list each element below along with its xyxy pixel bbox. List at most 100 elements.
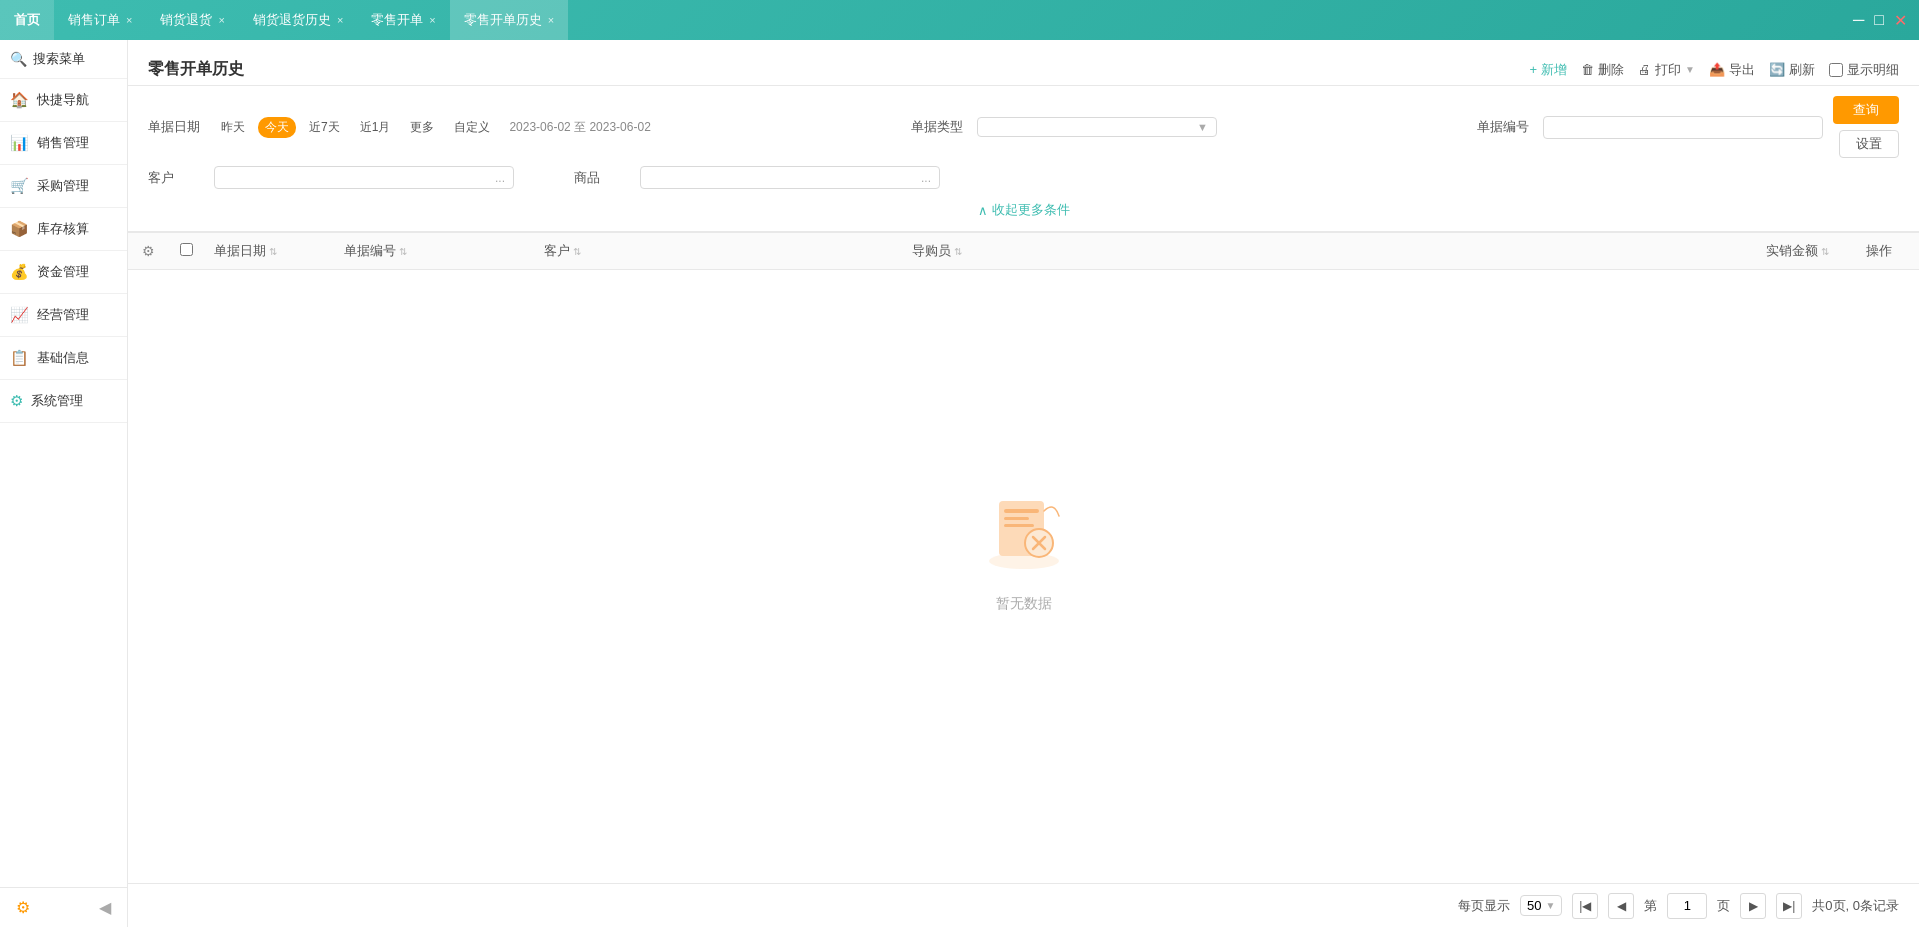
display-detail-checkbox[interactable]: 显示明细 xyxy=(1829,61,1899,79)
select-all-checkbox[interactable] xyxy=(168,243,204,259)
export-button[interactable]: 📤 导出 xyxy=(1709,61,1755,79)
filter-row-1: 单据日期 昨天 今天 近7天 近1月 更多 自定义 2023-06-02 至 2… xyxy=(148,96,1899,158)
date-last7-btn[interactable]: 近7天 xyxy=(302,117,347,138)
page-label-before: 第 xyxy=(1644,897,1657,915)
page-header: 零售开单历史 + 新增 🗑 删除 🖨 打印 ▼ 📤 导出 xyxy=(128,40,1919,86)
sidebar-item-quick-nav[interactable]: 🏠 快捷导航 xyxy=(0,79,127,122)
col-date-label: 单据日期 xyxy=(214,242,266,260)
customer-input[interactable]: ... xyxy=(214,166,514,189)
product-more-icon[interactable]: ... xyxy=(921,171,931,185)
sidebar-label-system-mgmt: 系统管理 xyxy=(31,392,83,410)
doc-type-select[interactable]: ▼ xyxy=(977,117,1217,137)
operations-icon: 📈 xyxy=(10,306,29,324)
customer-more-icon[interactable]: ... xyxy=(495,171,505,185)
print-label: 打印 xyxy=(1655,61,1681,79)
date-today-btn[interactable]: 今天 xyxy=(258,117,296,138)
tab-sales-return[interactable]: 销货退货 × xyxy=(146,0,238,40)
product-input[interactable]: ... xyxy=(640,166,940,189)
page-title: 零售开单历史 xyxy=(148,59,244,80)
tab-sales-order[interactable]: 销售订单 × xyxy=(54,0,146,40)
new-label: 新增 xyxy=(1541,61,1567,79)
col-header-date[interactable]: 单据日期 ⇅ xyxy=(204,242,334,260)
action-group: 查询 设置 xyxy=(1833,96,1899,158)
query-button[interactable]: 查询 xyxy=(1833,96,1899,124)
sidebar-collapse-icon[interactable]: ◀ xyxy=(99,898,111,917)
tab-sales-return-history[interactable]: 销货退货历史 × xyxy=(239,0,357,40)
delete-icon: 🗑 xyxy=(1581,62,1594,77)
col-header-actions: 操作 xyxy=(1839,242,1919,260)
collapse-bar[interactable]: ∧ 收起更多条件 xyxy=(148,197,1899,221)
sidebar-search-label: 搜索菜单 xyxy=(33,50,85,68)
sidebar-item-operations[interactable]: 📈 经营管理 xyxy=(0,294,127,337)
first-page-btn[interactable]: |◀ xyxy=(1572,893,1598,919)
base-info-icon: 📋 xyxy=(10,349,29,367)
close-btn[interactable]: ✕ xyxy=(1894,11,1907,30)
product-field[interactable] xyxy=(649,170,921,185)
svg-rect-4 xyxy=(1004,524,1034,527)
date-last-month-btn[interactable]: 近1月 xyxy=(353,117,398,138)
refresh-button[interactable]: 🔄 刷新 xyxy=(1769,61,1815,79)
sidebar-search[interactable]: 🔍 搜索菜单 xyxy=(0,40,127,79)
new-button[interactable]: + 新增 xyxy=(1530,61,1568,79)
date-yesterday-btn[interactable]: 昨天 xyxy=(214,117,252,138)
col-no-sort-icon: ⇅ xyxy=(399,246,407,257)
display-detail-input[interactable] xyxy=(1829,63,1843,77)
close-tab-sales-return-history[interactable]: × xyxy=(337,14,343,26)
close-tab-retail-open-history[interactable]: × xyxy=(548,14,554,26)
delete-button[interactable]: 🗑 删除 xyxy=(1581,61,1624,79)
empty-state-icon xyxy=(974,481,1074,581)
tab-retail-open[interactable]: 零售开单 × xyxy=(357,0,449,40)
tab-retail-open-history[interactable]: 零售开单历史 × xyxy=(450,0,568,40)
sales-icon: 📊 xyxy=(10,134,29,152)
date-custom-btn[interactable]: 自定义 xyxy=(447,117,497,138)
refresh-icon: 🔄 xyxy=(1769,62,1785,77)
next-page-btn[interactable]: ▶ xyxy=(1740,893,1766,919)
doc-no-input[interactable] xyxy=(1543,116,1823,139)
doc-no-field[interactable] xyxy=(1552,120,1814,135)
column-settings-btn[interactable]: ⚙ xyxy=(128,243,168,259)
date-filter-label: 单据日期 xyxy=(148,118,204,136)
sidebar-item-system-mgmt[interactable]: ⚙ 系统管理 xyxy=(0,380,127,423)
sidebar-item-base-info[interactable]: 📋 基础信息 xyxy=(0,337,127,380)
sidebar-item-purchase-mgmt[interactable]: 🛒 采购管理 xyxy=(0,165,127,208)
system-icon: ⚙ xyxy=(10,392,23,410)
page-label-after: 页 xyxy=(1717,897,1730,915)
maximize-btn[interactable]: □ xyxy=(1874,11,1884,29)
empty-state: 暂无数据 xyxy=(128,270,1919,883)
close-tab-retail-open[interactable]: × xyxy=(429,14,435,26)
sidebar-label-sales-mgmt: 销售管理 xyxy=(37,134,89,152)
minimize-btn[interactable]: ─ xyxy=(1853,11,1864,29)
search-icon: 🔍 xyxy=(10,51,27,67)
sidebar-item-sales-mgmt[interactable]: 📊 销售管理 xyxy=(0,122,127,165)
col-header-no[interactable]: 单据编号 ⇅ xyxy=(334,242,534,260)
toolbar: + 新增 🗑 删除 🖨 打印 ▼ 📤 导出 🔄 xyxy=(1530,61,1900,79)
sidebar-settings-icon[interactable]: ⚙ xyxy=(16,898,30,917)
col-date-sort-icon: ⇅ xyxy=(269,246,277,257)
col-amount-label: 实销金额 xyxy=(1766,242,1818,260)
doc-no-label: 单据编号 xyxy=(1477,118,1533,136)
page-number-input[interactable] xyxy=(1667,893,1707,919)
tab-home[interactable]: 首页 xyxy=(0,0,54,40)
col-header-amount[interactable]: 实销金额 ⇅ xyxy=(1719,242,1839,260)
print-dropdown-icon[interactable]: ▼ xyxy=(1685,64,1695,75)
col-header-guide[interactable]: 导购员 ⇅ xyxy=(902,242,1022,260)
filter-settings-button[interactable]: 设置 xyxy=(1839,130,1899,158)
date-more-btn[interactable]: 更多 xyxy=(403,117,441,138)
tab-bar: 首页 销售订单 × 销货退货 × 销货退货历史 × 零售开单 × 零售开单历史 … xyxy=(0,0,1841,40)
purchase-icon: 🛒 xyxy=(10,177,29,195)
sidebar-item-inventory[interactable]: 📦 库存核算 xyxy=(0,208,127,251)
prev-page-btn[interactable]: ◀ xyxy=(1608,893,1634,919)
filter-area: 单据日期 昨天 今天 近7天 近1月 更多 自定义 2023-06-02 至 2… xyxy=(128,86,1919,232)
main-layout: 🔍 搜索菜单 🏠 快捷导航 📊 销售管理 🛒 采购管理 📦 库存核算 💰 资金管… xyxy=(0,40,1919,927)
page-size-dropdown-icon: ▼ xyxy=(1545,900,1555,911)
customer-field[interactable] xyxy=(223,170,495,185)
sidebar-item-finance[interactable]: 💰 资金管理 xyxy=(0,251,127,294)
export-icon: 📤 xyxy=(1709,62,1725,77)
col-header-customer[interactable]: 客户 ⇅ xyxy=(534,242,902,260)
close-tab-sales-order[interactable]: × xyxy=(126,14,132,26)
customer-label: 客户 xyxy=(148,169,204,187)
print-button[interactable]: 🖨 打印 ▼ xyxy=(1638,61,1695,79)
page-size-select[interactable]: 50 ▼ xyxy=(1520,895,1562,916)
close-tab-sales-return[interactable]: × xyxy=(218,14,224,26)
last-page-btn[interactable]: ▶| xyxy=(1776,893,1802,919)
